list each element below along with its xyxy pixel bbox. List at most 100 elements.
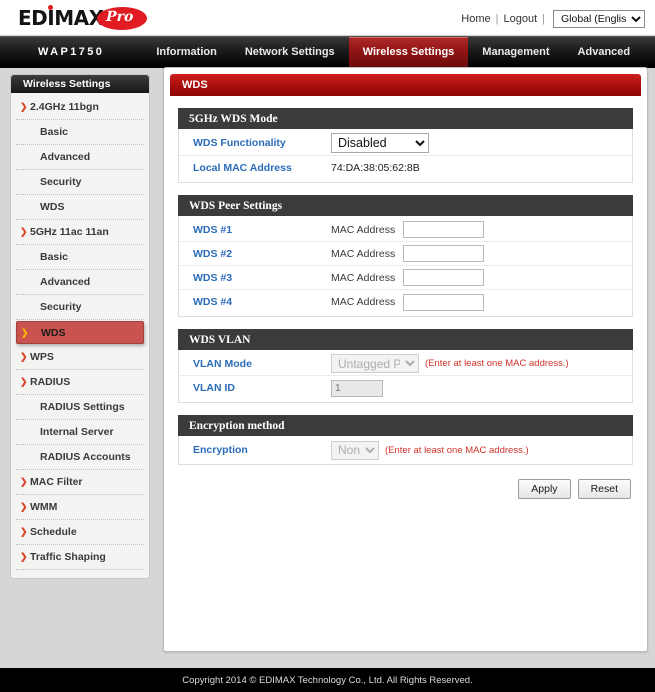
chevron-right-icon: ❯ [20,526,28,537]
sidebar-title: Wireless Settings [11,75,149,93]
sidebar-item-label: Internal Server [40,426,114,438]
sidebar-item-internal-server[interactable]: Internal Server [16,420,144,445]
mac-address-label: MAC Address [331,223,396,236]
sidebar-item-label: Basic [40,251,69,263]
section-wds-vlan-body: VLAN Mode Untagged Port (Enter at least … [178,350,633,403]
encryption-label: Encryption [193,444,248,456]
wds-peer-name-label: WDS #2 [193,247,233,260]
sidebar-item-radius[interactable]: ❯ RADIUS [16,370,144,395]
section-wds-mode-heading: 5GHz WDS Mode [178,108,633,129]
table-row: WDS #4 MAC Address [179,290,632,314]
mac-address-label: MAC Address [331,271,396,284]
sidebar-item-2-4ghz-11bgn[interactable]: ❯ 2.4GHz 11bgn [16,95,144,120]
content-panel: WDS 5GHz WDS Mode WDS Functionality Disa… [163,67,648,652]
sidebar-item-radius-settings[interactable]: RADIUS Settings [16,395,144,420]
section-wds-peer-body: WDS #1 MAC Address WDS #2 MAC Address WDS #3… [178,216,633,317]
nav-tab-wireless-settings[interactable]: Wireless Settings [348,37,469,67]
sidebar-item-label: 5GHz 11ac 11an [30,226,109,238]
nav-tab-network-settings[interactable]: Network Settings [231,37,349,67]
mac-address-label: MAC Address [331,247,396,260]
section-encryption-body: Encryption None (Enter at least one MAC … [178,436,633,465]
logo-pro-badge: Pro [96,6,147,30]
nav-tab-advanced[interactable]: Advanced [564,37,645,67]
section-wds-vlan-heading: WDS VLAN [178,329,633,350]
link-separator-1: | [495,13,499,25]
wds-peer-name-label: WDS #3 [193,271,233,284]
sidebar-item-basic[interactable]: Basic [16,120,144,145]
section-wds-vlan: WDS VLAN VLAN Mode Untagged Port (Enter … [178,329,633,403]
sidebar-item-security[interactable]: Security [16,295,144,320]
chevron-right-icon: ❯ [20,351,28,362]
logo-red-dot-icon [48,5,53,10]
section-encryption-heading: Encryption method [178,415,633,436]
chevron-right-icon: ❯ [20,476,28,487]
encryption-select[interactable]: None [331,440,379,460]
top-utility-links: Home | Logout | Global (English) [461,10,645,28]
logo-wordmark: EDIMAX [18,5,104,30]
page-title: WDS [170,74,641,96]
device-model-label: WAP1750 [38,46,105,58]
vlan-mode-label: VLAN Mode [193,357,252,370]
vlan-mode-select[interactable]: Untagged Port [331,354,419,373]
sidebar-item-label: Basic [40,126,69,138]
wds-peer-mac-input-2[interactable] [403,245,484,262]
sidebar-item-label: Security [40,176,82,188]
section-encryption-method: Encryption method Encryption None (Enter… [178,415,633,465]
sidebar-item-wds[interactable]: ❯ WDS [16,321,144,344]
logo-text-label: EDIMAX [18,6,104,30]
logout-link[interactable]: Logout [503,13,537,25]
wds-peer-mac-input-3[interactable] [403,269,484,286]
local-mac-address-value: 74:DA:38:05:62:8B [331,162,420,174]
sidebar-item-wps[interactable]: ❯ WPS [16,345,144,370]
row-vlan-mode: VLAN Mode Untagged Port (Enter at least … [179,352,632,376]
sidebar-menu: ❯ 2.4GHz 11bgn Basic Advanced Security WDS ❯ 5G… [11,93,149,570]
row-wds-functionality: WDS Functionality Disabled [179,131,632,156]
apply-button[interactable]: Apply [518,479,571,499]
sidebar-item-5ghz-11ac-11an[interactable]: ❯ 5GHz 11ac 11an [16,220,144,245]
edimax-pro-logo: EDIMAX Pro [18,5,147,31]
main-navigation-bar: WAP1750 Information Network Settings Wir… [0,36,655,68]
sidebar-item-schedule[interactable]: ❯ Schedule [16,520,144,545]
table-row: WDS #1 MAC Address [179,218,632,242]
sidebar-item-label: RADIUS Settings [40,401,125,413]
app-window: EDIMAX Pro Home | Logout | Global (Engli… [0,0,655,692]
row-vlan-id: VLAN ID [179,376,632,400]
sidebar-item-label: 2.4GHz 11bgn [30,101,99,113]
sidebar-item-label: RADIUS [30,376,71,388]
vlan-id-label: VLAN ID [193,382,235,394]
home-link[interactable]: Home [461,13,490,25]
sidebar-item-label: MAC Filter [30,476,83,488]
sidebar-item-security[interactable]: Security [16,170,144,195]
sidebar-item-label: WDS [41,326,66,339]
sidebar-item-radius-accounts[interactable]: RADIUS Accounts [16,445,144,470]
wds-functionality-select[interactable]: Disabled [331,133,429,153]
sidebar-item-traffic-shaping[interactable]: ❯ Traffic Shaping [16,545,144,570]
section-wds-peer-settings: WDS Peer Settings WDS #1 MAC Address WDS #… [178,195,633,317]
wds-peer-mac-input-1[interactable] [403,221,484,238]
sidebar-item-label: Advanced [40,151,91,163]
chevron-right-icon: ❯ [20,226,28,237]
sidebar-item-mac-filter[interactable]: ❯ MAC Filter [16,470,144,495]
sidebar-item-wds[interactable]: WDS [16,195,144,220]
encryption-hint: (Enter at least one MAC address.) [385,444,529,456]
nav-tab-information[interactable]: Information [142,37,231,67]
vlan-id-input[interactable] [331,379,383,397]
sidebar-item-label: Advanced [40,276,91,288]
sidebar-item-wmm[interactable]: ❯ WMM [16,495,144,520]
sidebar-item-label: WMM [30,501,58,513]
vlan-mode-hint: (Enter at least one MAC address.) [425,358,569,369]
sidebar-item-basic[interactable]: Basic [16,245,144,270]
sidebar-item-advanced[interactable]: Advanced [16,145,144,170]
nav-tab-management[interactable]: Management [468,37,563,67]
sidebar-item-advanced[interactable]: Advanced [16,270,144,295]
wds-peer-mac-input-4[interactable] [403,293,484,311]
reset-button[interactable]: Reset [577,479,631,499]
copyright-text: Copyright 2014 © EDIMAX Technology Co., … [182,674,473,686]
chevron-right-icon: ❯ [20,101,28,112]
row-local-mac-address: Local MAC Address 74:DA:38:05:62:8B [179,156,632,180]
chevron-right-icon: ❯ [20,551,28,562]
sidebar-item-label: Security [40,301,82,313]
row-encryption: Encryption None (Enter at least one MAC … [179,438,632,462]
section-wds-mode-body: WDS Functionality Disabled Local MAC Add… [178,129,633,183]
language-select[interactable]: Global (English) [553,10,645,28]
